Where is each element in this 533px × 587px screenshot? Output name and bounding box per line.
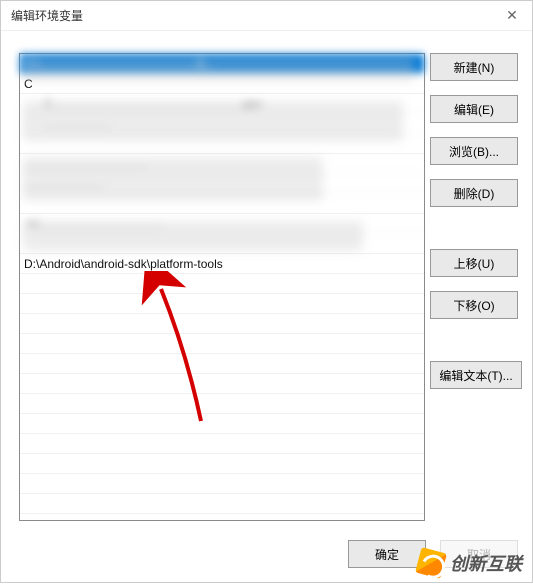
dialog-window: 编辑环境变量 ✕ C:\............................…: [0, 0, 533, 583]
list-item[interactable]: [20, 374, 424, 394]
edit-text-button[interactable]: 编辑文本(T)...: [430, 361, 522, 389]
watermark-text: 创新互联: [450, 550, 522, 576]
close-icon[interactable]: ✕: [502, 7, 522, 24]
watermark: 创新互联: [418, 550, 522, 576]
side-buttons: 新建(N) 编辑(E) 浏览(B)... 删除(D) 上移(U) 下移(O) 编…: [430, 53, 518, 403]
new-button[interactable]: 新建(N): [430, 53, 518, 81]
list-item[interactable]: [20, 274, 424, 294]
redaction-block: [23, 101, 403, 141]
redaction-block: [23, 157, 323, 201]
list-item[interactable]: [20, 434, 424, 454]
window-title: 编辑环境变量: [11, 7, 83, 24]
edit-button[interactable]: 编辑(E): [430, 95, 518, 123]
list-item[interactable]: D:\Android\android-sdk\platform-tools: [20, 254, 424, 274]
list-item[interactable]: [20, 494, 424, 514]
move-up-button[interactable]: 上移(U): [430, 249, 518, 277]
redaction-block: [23, 57, 415, 81]
move-down-button[interactable]: 下移(O): [430, 291, 518, 319]
list-item[interactable]: [20, 334, 424, 354]
titlebar: 编辑环境变量 ✕: [1, 1, 532, 31]
list-item[interactable]: [20, 414, 424, 434]
watermark-logo-icon: [415, 547, 447, 579]
list-item[interactable]: [20, 354, 424, 374]
list-item[interactable]: [20, 454, 424, 474]
delete-button[interactable]: 删除(D): [430, 179, 518, 207]
ok-button[interactable]: 确定: [348, 540, 426, 568]
browse-button[interactable]: 浏览(B)...: [430, 137, 518, 165]
list-item[interactable]: [20, 294, 424, 314]
redaction-block: [23, 221, 363, 251]
list-item[interactable]: [20, 314, 424, 334]
list-item[interactable]: [20, 394, 424, 414]
list-item[interactable]: [20, 474, 424, 494]
